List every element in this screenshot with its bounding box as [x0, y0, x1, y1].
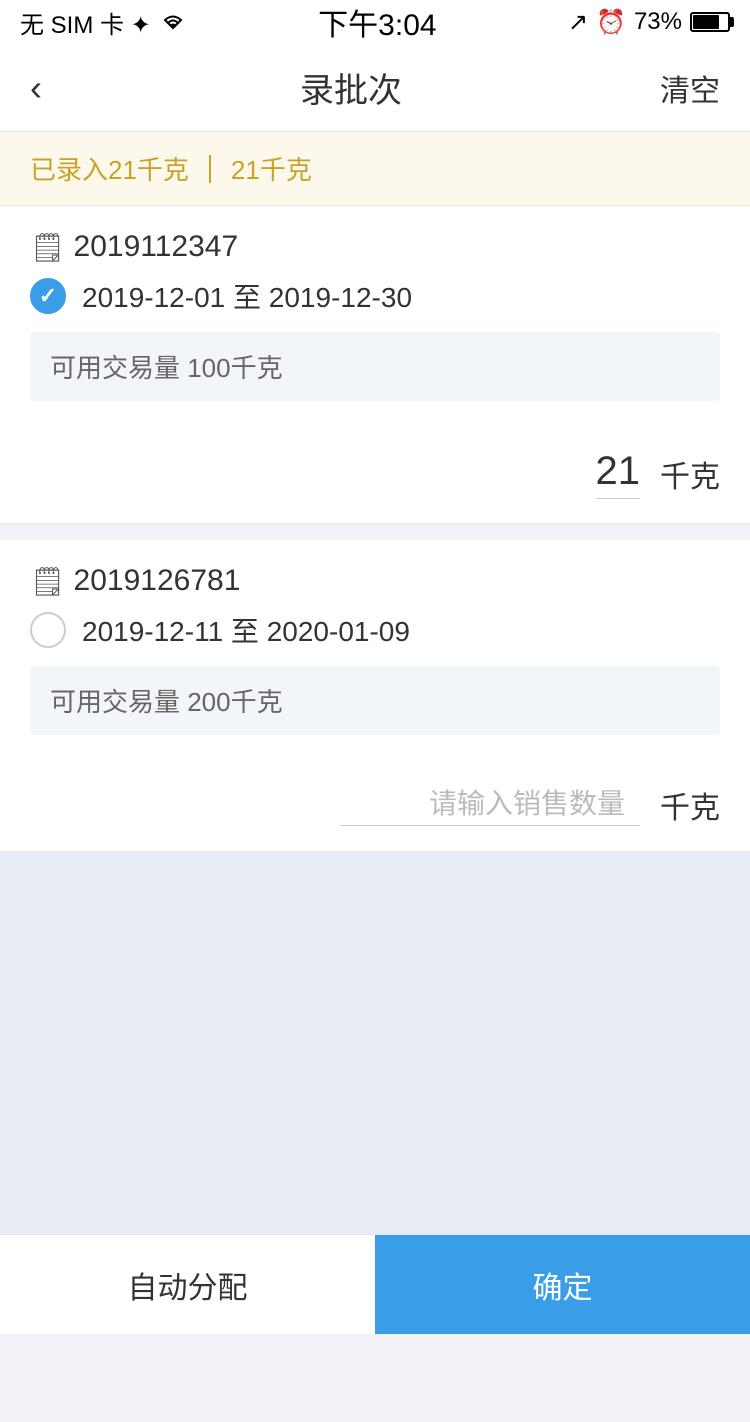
batch-1-availability-bar: 可用交易量 100千克 [30, 332, 720, 401]
batch-item-1: 🗒 2019112347 2019-12-01 至 2019-12-30 可用交… [0, 206, 750, 425]
batch-2-icon: 🗒 [30, 565, 66, 598]
batch-2-id: 2019126781 [74, 564, 241, 598]
batch-2-input-row: 千克 [0, 759, 750, 852]
batch-1-amount-row: 21 千克 [0, 425, 750, 524]
batch-1-id: 2019112347 [74, 230, 239, 264]
info-divider [209, 155, 211, 183]
status-time: 下午3:04 [318, 0, 436, 44]
batch-item-2: 🗒 2019126781 2019-12-11 至 2020-01-09 可用交… [0, 540, 750, 759]
battery-percent: 73% [634, 8, 682, 36]
quantity-input[interactable] [340, 784, 640, 826]
batch-1-amount: 21 [596, 449, 641, 499]
batch-2-header: 🗒 2019126781 [30, 564, 720, 598]
status-bar: 无 SIM 卡 ✦ 下午3:04 ↗ ⏰ 73% [0, 0, 750, 44]
batch-1-date-row: 2019-12-01 至 2019-12-30 [30, 276, 720, 316]
batch-2-date: 2019-12-11 至 2020-01-09 [82, 610, 410, 650]
batch-2-unit: 千克 [660, 783, 720, 827]
page-title: 录批次 [300, 63, 402, 112]
battery-icon [690, 12, 730, 32]
batch-1-radio[interactable] [30, 278, 66, 314]
batch-2-radio[interactable] [30, 612, 66, 648]
nav-bar: ‹ 录批次 清空 [0, 44, 750, 132]
batch-1-availability: 可用交易量 100千克 [50, 353, 283, 383]
batch-2-availability-bar: 可用交易量 200千克 [30, 666, 720, 735]
batch-1-icon: 🗒 [30, 231, 66, 264]
batch-1-unit: 千克 [660, 452, 720, 496]
location-icon: ↗ [568, 8, 588, 37]
recorded-label: 已录入21千克 [30, 150, 189, 187]
batch-2-date-row: 2019-12-11 至 2020-01-09 [30, 610, 720, 650]
back-button[interactable]: ‹ [30, 67, 42, 109]
auto-distribute-button[interactable]: 自动分配 [0, 1235, 375, 1334]
status-right: ↗ ⏰ 73% [568, 8, 730, 37]
recorded-value: 21千克 [231, 150, 312, 187]
status-left: 无 SIM 卡 ✦ [20, 5, 187, 40]
confirm-button[interactable]: 确定 [375, 1235, 750, 1334]
wifi-icon [159, 12, 187, 32]
batch-1-header: 🗒 2019112347 [30, 230, 720, 264]
page-content: 已录入21千克 21千克 🗒 2019112347 2019-12-01 至 2… [0, 132, 750, 1422]
alarm-icon: ⏰ [596, 8, 626, 37]
info-banner: 已录入21千克 21千克 [0, 132, 750, 206]
section-separator [0, 524, 750, 540]
bottom-bar: 自动分配 确定 [0, 1234, 750, 1334]
sim-text: 无 SIM 卡 ✦ [20, 5, 151, 40]
batch-1-date: 2019-12-01 至 2019-12-30 [82, 276, 412, 316]
batch-2-availability: 可用交易量 200千克 [50, 687, 283, 717]
clear-button[interactable]: 清空 [660, 66, 720, 110]
